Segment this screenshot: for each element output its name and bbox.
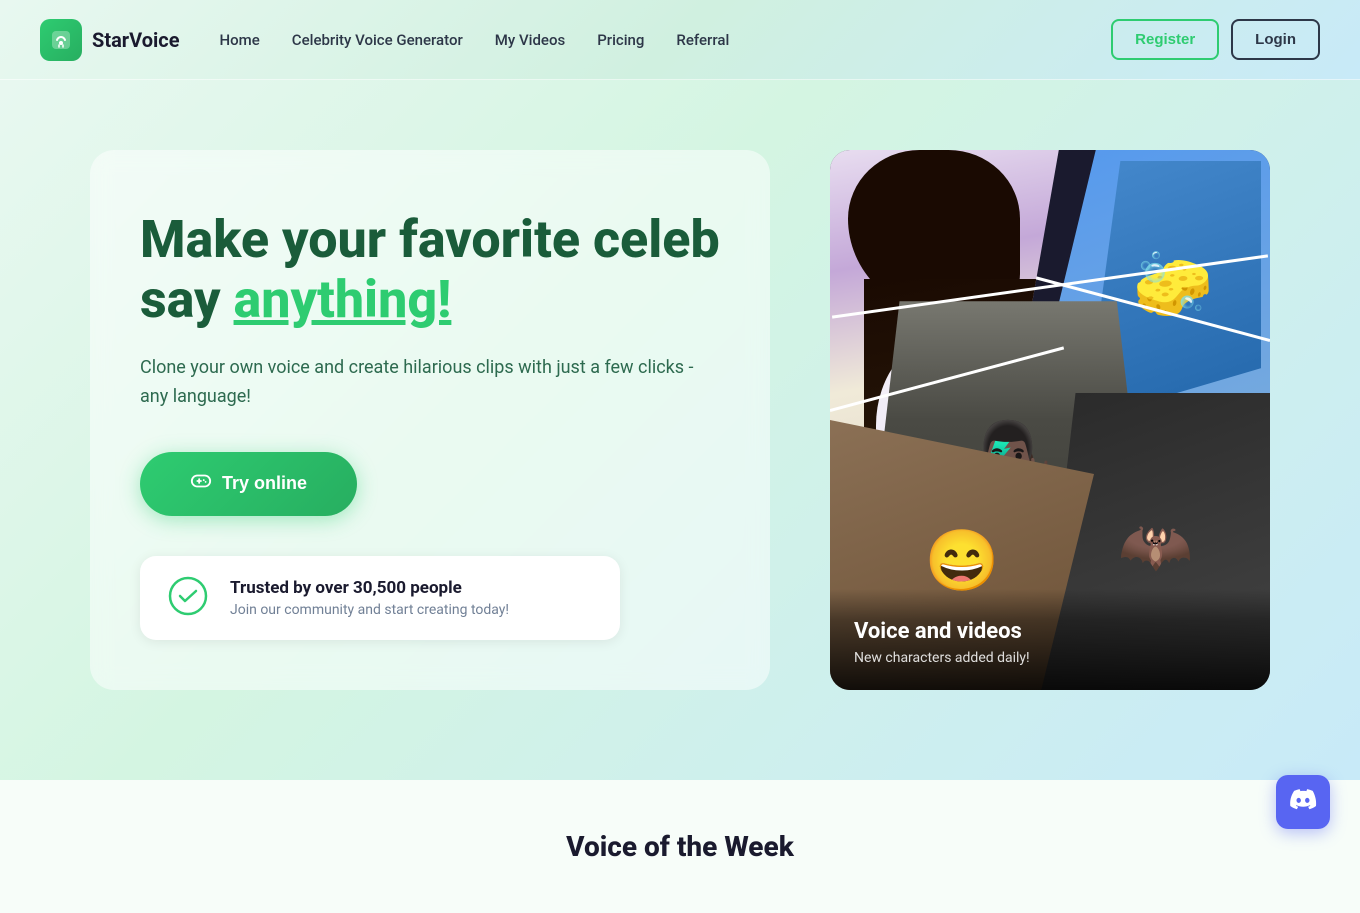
try-online-button[interactable]: Try online <box>140 452 357 516</box>
nav-pricing[interactable]: Pricing <box>597 31 644 49</box>
hero-headline-part1: Make your favorite celeb <box>140 209 720 270</box>
hero-headline-part2: say <box>140 269 234 330</box>
caption-title: Voice and videos <box>854 619 1246 644</box>
visual-caption: Voice and videos New characters added da… <box>830 589 1270 690</box>
hero-headline: Make your favorite celeb say anything! <box>140 210 720 330</box>
checkmark-icon <box>168 576 212 620</box>
caption-subtitle: New characters added daily! <box>854 650 1246 666</box>
nav-home[interactable]: Home <box>220 31 260 49</box>
controller-icon <box>190 470 212 498</box>
nav-right: Register Login <box>1111 19 1320 60</box>
nav-referral[interactable]: Referral <box>676 31 729 49</box>
discord-button[interactable] <box>1276 775 1330 829</box>
hero-subtext: Clone your own voice and create hilariou… <box>140 354 720 412</box>
logo-icon <box>40 19 82 61</box>
try-online-label: Try online <box>222 473 307 494</box>
nav-my-videos[interactable]: My Videos <box>495 31 565 49</box>
hero-headline-highlight: anything! <box>234 269 452 330</box>
nav-links: Home Celebrity Voice Generator My Videos… <box>220 30 730 49</box>
logo-text: StarVoice <box>92 28 180 52</box>
nav-celebrity-voice[interactable]: Celebrity Voice Generator <box>292 31 463 49</box>
hero-section: Make your favorite celeb say anything! C… <box>0 80 1360 780</box>
navigation: StarVoice Home Celebrity Voice Generator… <box>0 0 1360 80</box>
logo[interactable]: StarVoice <box>40 19 180 61</box>
trust-title: Trusted by over 30,500 people <box>230 578 509 598</box>
discord-icon <box>1289 785 1317 820</box>
trust-content: Trusted by over 30,500 people Join our c… <box>230 578 509 618</box>
login-button[interactable]: Login <box>1231 19 1320 60</box>
trust-subtitle: Join our community and start creating to… <box>230 602 509 618</box>
votw-section: Voice of the Week <box>0 780 1360 913</box>
votw-title: Voice of the Week <box>40 830 1320 863</box>
nav-left: StarVoice Home Celebrity Voice Generator… <box>40 19 729 61</box>
trust-box: Trusted by over 30,500 people Join our c… <box>140 556 620 640</box>
hero-visual: 🦀 🌟 🧽 👨🏿‍🎤 🦇 😄 <box>830 150 1270 690</box>
hero-card: Make your favorite celeb say anything! C… <box>90 150 770 689</box>
register-button[interactable]: Register <box>1111 19 1219 60</box>
